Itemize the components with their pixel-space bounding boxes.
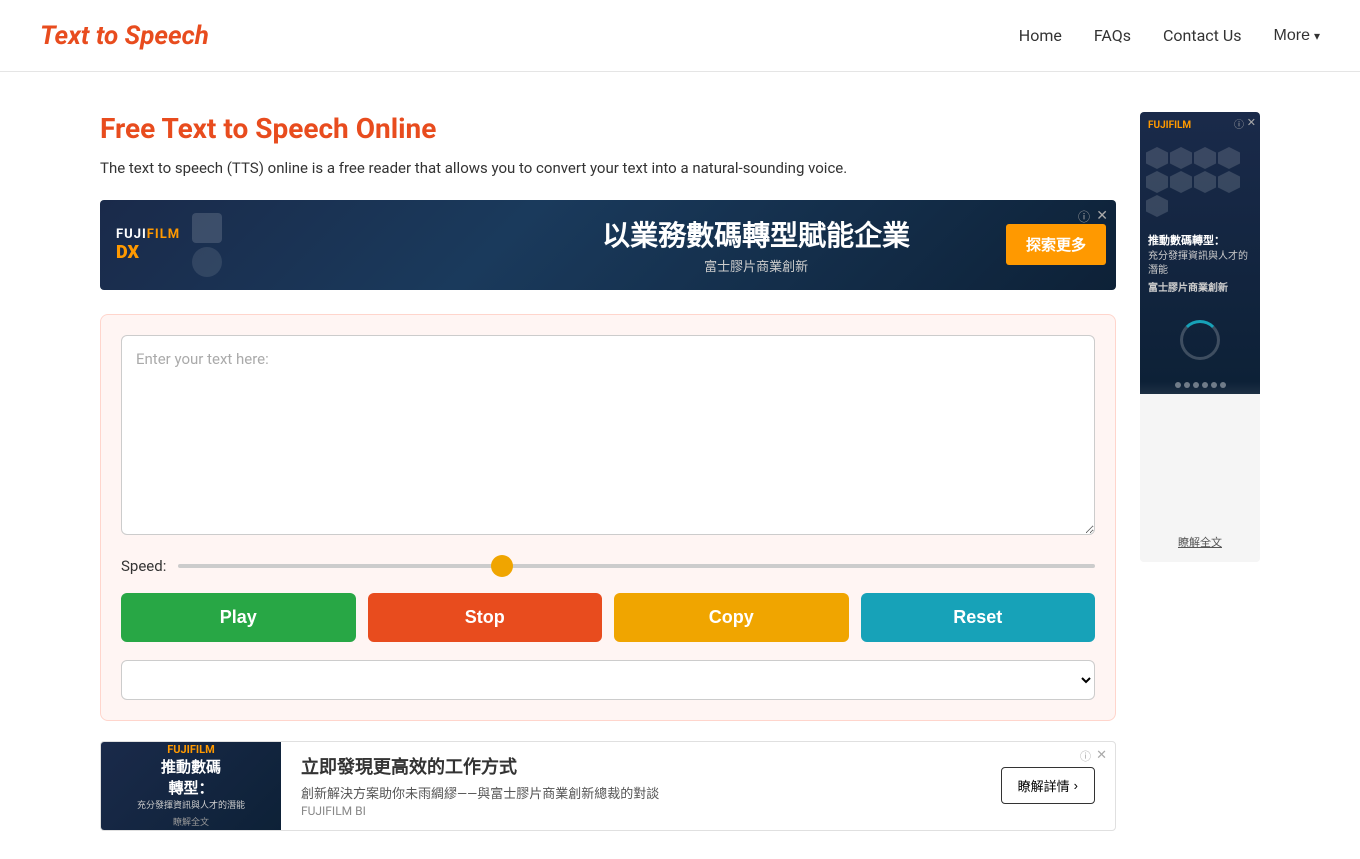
ad-bottom-main-text2: 轉型： xyxy=(168,777,213,798)
ad-bottom-cta-arrow: › xyxy=(1074,778,1078,793)
reset-button[interactable]: Reset xyxy=(861,593,1096,642)
nav-faqs[interactable]: FAQs xyxy=(1094,26,1131,45)
ad-top-icon1 xyxy=(192,213,222,243)
ad-banner-bottom: FUJIFILM 推動數碼 轉型： 充分發揮資訊與人才的潛能 瞭解全文 立即發現… xyxy=(100,741,1116,831)
dot6 xyxy=(1220,382,1226,388)
ad-bottom-cta[interactable]: 瞭解詳情 › xyxy=(1001,767,1095,804)
nav: Home FAQs Contact Us More xyxy=(1019,26,1320,45)
ad-top-cta[interactable]: 探索更多 xyxy=(1006,224,1106,265)
ad-top-info-icon: ⓘ xyxy=(1078,208,1090,225)
ad-banner-top: FUJIFILM DX 以業務數碼轉型賦能企業 富士膠片商業創新 探索更多 ⓘ … xyxy=(100,200,1116,290)
button-row: Play Stop Copy Reset xyxy=(121,593,1095,642)
ad-top-left: FUJIFILM DX xyxy=(100,203,506,287)
ad-bottom-right: 瞭解詳情 › xyxy=(981,767,1115,804)
ad-top-center: 以業務數碼轉型賦能企業 富士膠片商業創新 xyxy=(506,206,1006,283)
play-button[interactable]: Play xyxy=(121,593,356,642)
hex5 xyxy=(1146,171,1168,193)
dot4 xyxy=(1202,382,1208,388)
dot5 xyxy=(1211,382,1217,388)
logo: Text to Speech xyxy=(40,21,209,51)
speed-row: Speed: xyxy=(121,557,1095,575)
hex2 xyxy=(1170,147,1192,169)
hex9 xyxy=(1146,195,1168,217)
hex7 xyxy=(1194,171,1216,193)
sidebar: FUJIFILM 推動數碼轉型： 充分發揮資訊與人才的潛能 富士膠片商業創新 xyxy=(1140,112,1260,831)
page-title: Free Text to Speech Online xyxy=(100,112,1116,145)
ad-bottom-subtitle: 創新解決方案助你未雨綢繆——與富士膠片商業創新總裁的對談 xyxy=(301,783,961,802)
ad-bottom-info-icon: ⓘ xyxy=(1080,748,1091,764)
ad-bottom-sub: 充分發揮資訊與人才的潛能 xyxy=(133,798,249,811)
hex3 xyxy=(1194,147,1216,169)
speed-label: Speed: xyxy=(121,557,166,575)
nav-home[interactable]: Home xyxy=(1019,26,1062,45)
sidebar-close-icon[interactable]: ✕ xyxy=(1247,116,1256,129)
hex1 xyxy=(1146,147,1168,169)
page-description: The text to speech (TTS) online is a fre… xyxy=(100,157,1116,180)
ad-bottom-middle: 立即發現更高效的工作方式 創新解決方案助你未雨綢繆——與富士膠片商業創新總裁的對… xyxy=(281,741,981,830)
ad-top-icon2 xyxy=(192,247,222,277)
stop-button[interactable]: Stop xyxy=(368,593,603,642)
ad-bottom-image: FUJIFILM 推動數碼 轉型： 充分發揮資訊與人才的潛能 瞭解全文 xyxy=(101,741,281,831)
language-select[interactable]: English (US) Chinese (Traditional) Chine… xyxy=(121,660,1095,700)
sidebar-brand-name: 富士膠片商業創新 xyxy=(1148,282,1252,296)
tts-textarea[interactable] xyxy=(121,335,1095,535)
nav-contact[interactable]: Contact Us xyxy=(1163,26,1242,45)
sidebar-read-more[interactable]: 瞭解全文 xyxy=(1178,534,1222,550)
ad-bottom-main-text: 推動數碼 xyxy=(161,756,221,777)
content-area: Free Text to Speech Online The text to s… xyxy=(100,112,1116,831)
sidebar-sub-text: 充分發揮資訊與人才的潛能 xyxy=(1148,250,1252,278)
ad-bottom-cta-text: 瞭解詳情 xyxy=(1018,776,1070,795)
ad-top-icons xyxy=(192,213,222,277)
tts-box: Speed: Play Stop Copy Reset English (US)… xyxy=(100,314,1116,721)
hex6 xyxy=(1170,171,1192,193)
hex8 xyxy=(1218,171,1240,193)
hex4 xyxy=(1218,147,1240,169)
dot3 xyxy=(1193,382,1199,388)
ad-top-sub: 富士膠片商業創新 xyxy=(704,256,808,275)
dot1 xyxy=(1175,382,1181,388)
ad-bottom-fuji-logo: FUJIFILM xyxy=(167,743,215,756)
sidebar-spinner-area xyxy=(1140,304,1260,376)
ad-top-dx: DX xyxy=(116,242,180,263)
sidebar-ad: FUJIFILM 推動數碼轉型： 充分發揮資訊與人才的潛能 富士膠片商業創新 xyxy=(1140,112,1260,562)
main-content: Free Text to Speech Online The text to s… xyxy=(80,72,1280,851)
dot2 xyxy=(1184,382,1190,388)
sidebar-ad-bottom: 瞭解全文 xyxy=(1140,394,1260,562)
copy-button[interactable]: Copy xyxy=(614,593,849,642)
ad-bottom-title: 立即發現更高效的工作方式 xyxy=(301,753,961,779)
sidebar-promo-text: 推動數碼轉型： xyxy=(1148,233,1252,248)
ad-bottom-brand: FUJIFILM BI xyxy=(301,804,961,818)
sidebar-dot-nodes xyxy=(1140,376,1260,394)
ad-bottom-close-icon[interactable]: ✕ xyxy=(1096,748,1107,763)
header: Text to Speech Home FAQs Contact Us More xyxy=(0,0,1360,72)
ad-top-close-icon[interactable]: ✕ xyxy=(1096,208,1108,224)
sidebar-info-icon: ⓘ xyxy=(1234,116,1244,131)
sidebar-hexagons xyxy=(1140,139,1260,225)
ad-top-fuji-logo: FUJIFILM DX xyxy=(116,227,180,263)
ad-bottom-readmore: 瞭解全文 xyxy=(173,815,209,828)
ad-top-title: 以業務數碼轉型賦能企業 xyxy=(602,214,910,254)
sidebar-ad-text: 推動數碼轉型： 充分發揮資訊與人才的潛能 富士膠片商業創新 xyxy=(1140,225,1260,304)
sidebar-spinner xyxy=(1180,320,1220,360)
speed-slider[interactable] xyxy=(178,564,1095,568)
nav-more[interactable]: More xyxy=(1274,27,1320,45)
